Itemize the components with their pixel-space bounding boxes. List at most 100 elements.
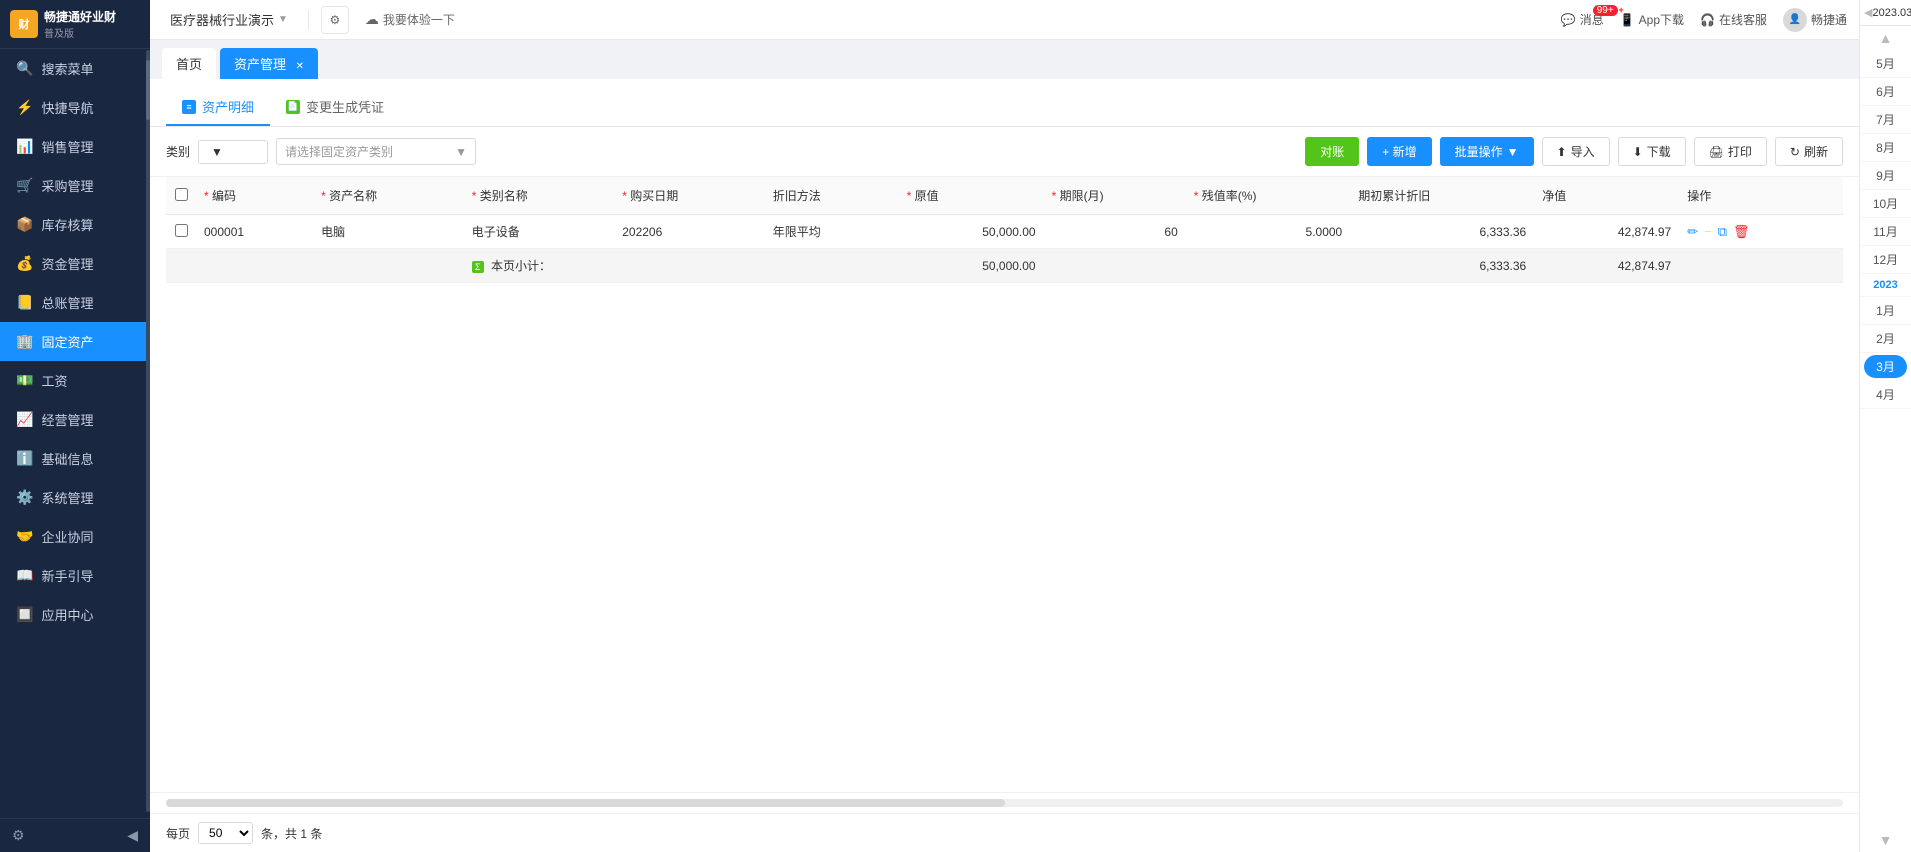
sidebar-item-purchase[interactable]: 🛒 采购管理	[0, 166, 150, 205]
reconcile-button[interactable]: 对账	[1305, 137, 1359, 166]
avatar: 👤	[1783, 8, 1807, 32]
th-initial-accumulated: 期初累计折旧	[1350, 177, 1534, 215]
edit-icon[interactable]: ✏	[1687, 224, 1698, 240]
sidebar-item-salary[interactable]: 💵 工资	[0, 361, 150, 400]
tab-assets[interactable]: 资产管理 ✕	[220, 48, 318, 79]
sidebar-item-basic-info[interactable]: ℹ️ 基础信息	[0, 439, 150, 478]
th-purchase-date: 购买日期	[614, 177, 765, 215]
copy-icon[interactable]: ⧉	[1718, 224, 1727, 240]
month-item-6[interactable]: 6月	[1860, 78, 1911, 106]
online-service-button[interactable]: 🎧 在线客服	[1700, 11, 1767, 28]
fixed-assets-icon: 🏢	[16, 333, 33, 350]
search-icon: 🔍	[16, 60, 33, 77]
category-dropdown-icon: ▼	[211, 145, 223, 159]
batch-button[interactable]: 批量操作 ▼	[1440, 137, 1534, 166]
enterprise-icon: 🤝	[16, 528, 33, 545]
sidebar-item-sales[interactable]: 📊 销售管理	[0, 127, 150, 166]
sidebar-item-system[interactable]: ⚙️ 系统管理	[0, 478, 150, 517]
row-checkbox[interactable]	[175, 224, 188, 237]
month-list: 5月 6月 7月 8月 9月 10月 11月 12月 2023 1月 2月 3月…	[1860, 50, 1911, 828]
category-input[interactable]: 请选择固定资产类别 ▼	[276, 138, 476, 165]
total-label: 条，共 1 条	[261, 825, 322, 842]
sidebar-item-ledger[interactable]: 📒 总账管理	[0, 283, 150, 322]
salary-icon: 💵	[16, 372, 33, 389]
collapse-icon[interactable]: ◀	[127, 827, 138, 844]
delete-icon[interactable]: 🗑	[1733, 224, 1750, 240]
refresh-button[interactable]: ↻ 刷新	[1775, 137, 1843, 166]
sidebar-item-fixed-assets[interactable]: 🏢 固定资产	[0, 322, 150, 361]
app-download-button[interactable]: 📱 App下载	[1620, 11, 1684, 28]
company-dropdown-icon: ▼	[278, 14, 288, 25]
decrease-icon[interactable]: −	[1704, 224, 1712, 239]
quick-nav-icon: ⚡	[16, 99, 33, 116]
subtotal-empty-2	[196, 249, 313, 283]
month-item-4[interactable]: 4月	[1860, 381, 1911, 409]
subtotal-label-cell: Σ 本页小计：	[464, 249, 899, 283]
sidebar-item-search[interactable]: 🔍 搜索菜单	[0, 49, 150, 88]
print-button[interactable]: 🖨 打印	[1694, 137, 1767, 166]
panel-down-arrow[interactable]: ▼	[1875, 828, 1897, 852]
month-item-8[interactable]: 8月	[1860, 134, 1911, 162]
th-checkbox	[166, 177, 196, 215]
month-item-12[interactable]: 12月	[1860, 246, 1911, 274]
company-selector[interactable]: 医疗器械行业演示 ▼	[162, 6, 296, 33]
month-item-11[interactable]: 11月	[1860, 218, 1911, 246]
logo-text: 畅捷通好业财 普及版	[44, 8, 116, 40]
right-panel: ◀ 2023.03 ▶ ▲ 5月 6月 7月 8月 9月 10月 11月 12月…	[1859, 0, 1911, 852]
inner-tab-detail[interactable]: ≡ 资产明细	[166, 89, 270, 126]
refresh-icon: ↻	[1790, 145, 1800, 159]
category-dropdown[interactable]: ▼	[198, 140, 268, 164]
month-item-5[interactable]: 5月	[1860, 50, 1911, 78]
sales-icon: 📊	[16, 138, 33, 155]
settings-icon[interactable]: ⚙	[12, 827, 25, 844]
import-icon: ⬆	[1557, 145, 1567, 159]
subtotal-initial-accumulated: 6,333.36	[1350, 249, 1534, 283]
capital-icon: 💰	[16, 255, 33, 272]
row-depreciation-method: 年限平均	[765, 215, 899, 249]
month-item-2[interactable]: 2月	[1860, 325, 1911, 353]
experience-button[interactable]: ☁ 我要体验一下	[357, 7, 463, 32]
scrollbar-thumb[interactable]	[166, 799, 1005, 807]
per-page-select[interactable]: 50 100	[198, 822, 253, 844]
subtotal-empty-4	[1044, 249, 1186, 283]
sidebar-item-apps[interactable]: 🔲 应用中心	[0, 595, 150, 634]
new-button[interactable]: + 新增	[1367, 137, 1431, 166]
voucher-tab-icon: 📄	[286, 100, 300, 114]
username-label: 畅捷通	[1811, 11, 1847, 28]
th-depreciation-method: 折旧方法	[765, 177, 899, 215]
tab-close-icon[interactable]: ✕	[296, 61, 304, 72]
month-item-3-active[interactable]: 3月	[1864, 355, 1907, 379]
panel-collapse-left[interactable]: ◀	[1864, 6, 1872, 19]
subtotal-row: Σ 本页小计： 50,000.00 6,333.36 42,874.97	[166, 249, 1843, 283]
settings-button[interactable]: ⚙	[321, 6, 349, 34]
import-button[interactable]: ⬆ 导入	[1542, 137, 1610, 166]
row-purchase-date: 202206	[614, 215, 765, 249]
right-panel-header: ◀ 2023.03 ▶	[1860, 0, 1911, 26]
scrollbar-track	[166, 799, 1843, 807]
download-button[interactable]: ⬇ 下载	[1618, 137, 1686, 166]
select-all-checkbox[interactable]	[175, 188, 188, 201]
user-profile[interactable]: 👤 畅捷通	[1783, 8, 1847, 32]
messages-button[interactable]: 💬 消息 99+ +	[1561, 11, 1604, 28]
sidebar-footer: ⚙ ◀	[0, 818, 150, 852]
month-item-1[interactable]: 1月	[1860, 297, 1911, 325]
month-item-10[interactable]: 10月	[1860, 190, 1911, 218]
tab-home[interactable]: 首页	[162, 48, 216, 79]
inner-tab-voucher[interactable]: 📄 变更生成凭证	[270, 89, 400, 126]
row-category: 电子设备	[464, 215, 615, 249]
sidebar-item-operations[interactable]: 📈 经营管理	[0, 400, 150, 439]
panel-up-arrow[interactable]: ▲	[1875, 26, 1897, 50]
sidebar-item-inventory[interactable]: 📦 库存核算	[0, 205, 150, 244]
month-item-7[interactable]: 7月	[1860, 106, 1911, 134]
assets-table: 编码 资产名称 类别名称 购买日期 折旧方法 原值 期限(月) 残值率(%) 期…	[166, 177, 1843, 283]
main-content: 医疗器械行业演示 ▼ ⚙ ☁ 我要体验一下 💬 消息 99+ + 📱 App下载…	[150, 0, 1859, 852]
sidebar-item-capital[interactable]: 💰 资金管理	[0, 244, 150, 283]
table-row: 000001 电脑 电子设备 202206 年限平均 50,000.00 60 …	[166, 215, 1843, 249]
sidebar-item-quick-nav[interactable]: ⚡ 快捷导航	[0, 88, 150, 127]
sidebar-item-guide[interactable]: 📖 新手引导	[0, 556, 150, 595]
header-divider-1	[308, 10, 309, 30]
month-item-9[interactable]: 9月	[1860, 162, 1911, 190]
row-initial-accumulated: 6,333.36	[1350, 215, 1534, 249]
sidebar-item-enterprise[interactable]: 🤝 企业协同	[0, 517, 150, 556]
row-code: 000001	[196, 215, 313, 249]
